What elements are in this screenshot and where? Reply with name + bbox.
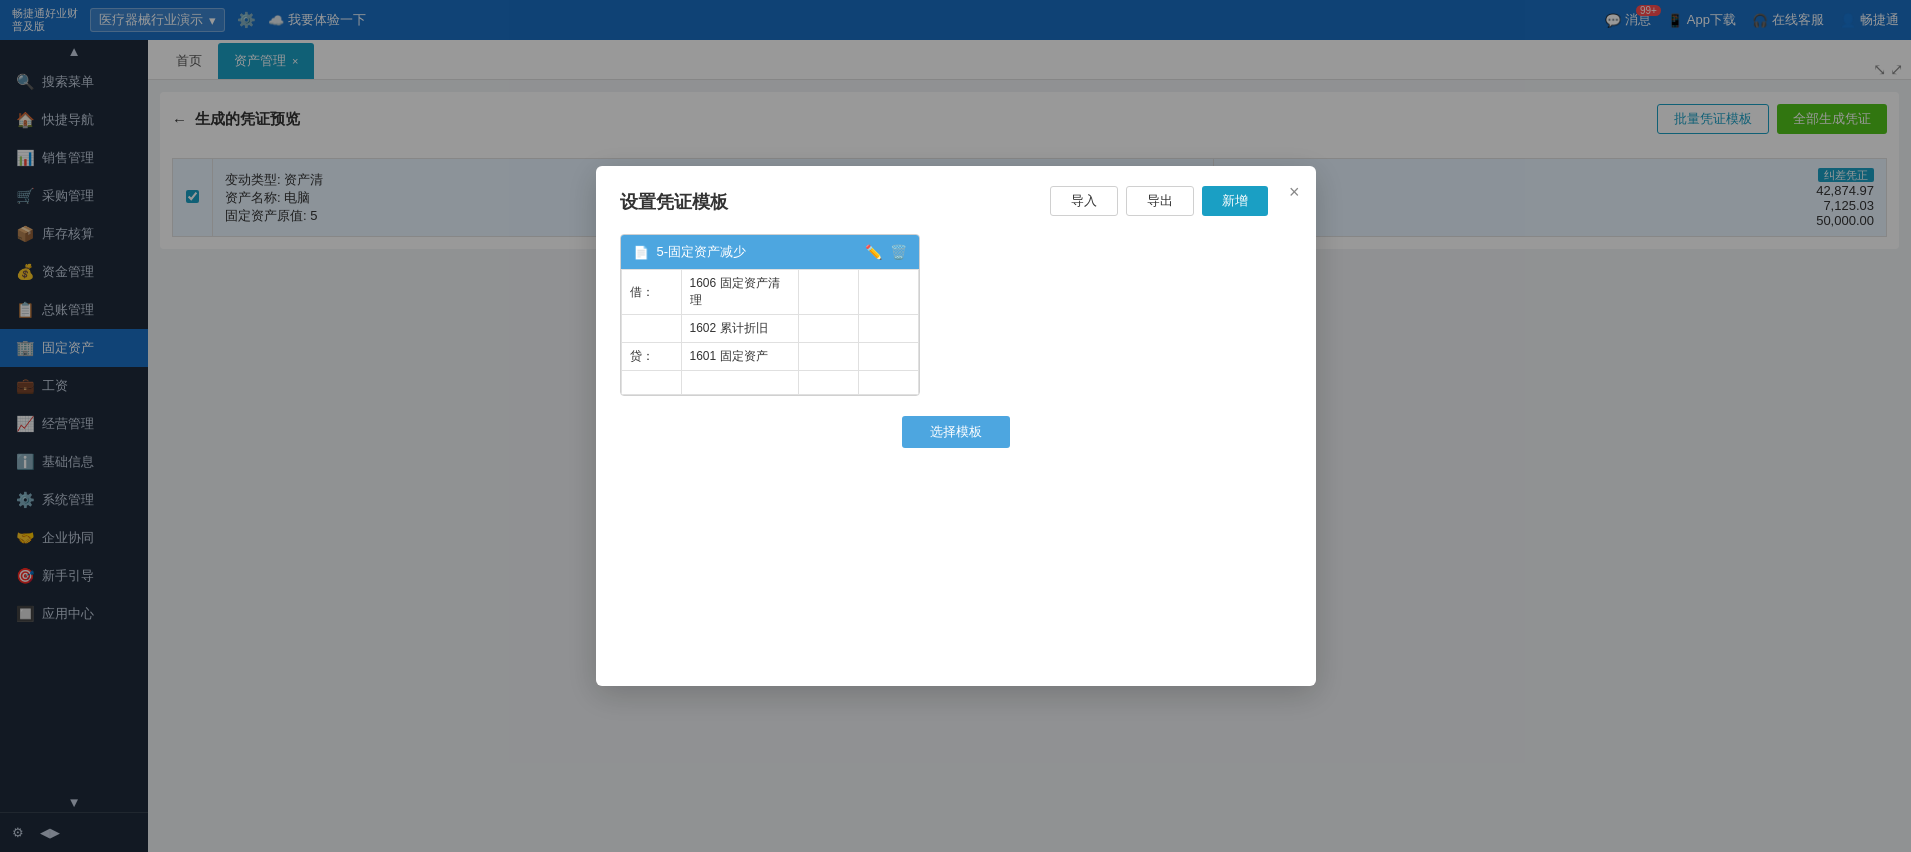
entry-col1-1 [798,270,858,315]
template-card-actions: ✏️ 🗑️ [865,244,907,260]
edit-icon[interactable]: ✏️ [865,244,882,260]
modal-overlay: 设置凭证模板 导入 导出 新增 × 📄 5-固定资产减少 ✏️ 🗑️ [0,0,1911,852]
entry-col2-3 [858,343,918,371]
entry-type-3: 贷： [621,343,681,371]
template-card-body: 借： 1606 固定资产清理 1602 累计折旧 [621,269,919,395]
entry-type-2 [621,315,681,343]
entry-type-1: 借： [621,270,681,315]
entry-col1-2 [798,315,858,343]
document-icon: 📄 [633,245,649,260]
template-card-header: 📄 5-固定资产减少 ✏️ 🗑️ [621,235,919,269]
template-entries-table: 借： 1606 固定资产清理 1602 累计折旧 [621,269,919,395]
entry-col1-4 [798,371,858,395]
entry-account-2: 1602 累计折旧 [681,315,798,343]
template-entry-row-2: 1602 累计折旧 [621,315,918,343]
modal-export-button[interactable]: 导出 [1126,186,1194,216]
template-header-left: 📄 5-固定资产减少 [633,243,747,261]
entry-account-3: 1601 固定资产 [681,343,798,371]
entry-col2-2 [858,315,918,343]
entry-type-4 [621,371,681,395]
entry-col2-1 [858,270,918,315]
modal-header-actions: 导入 导出 新增 [1050,186,1268,216]
entry-col2-4 [858,371,918,395]
select-template-button[interactable]: 选择模板 [902,416,1010,448]
modal-new-button[interactable]: 新增 [1202,186,1268,216]
template-entry-row-4 [621,371,918,395]
template-entry-row-3: 贷： 1601 固定资产 [621,343,918,371]
app-container: 畅捷通好业财 普及版 医疗器械行业演示 ▾ ⚙️ ☁️ 我要体验一下 💬 消息 … [0,0,1911,852]
set-template-modal: 设置凭证模板 导入 导出 新增 × 📄 5-固定资产减少 ✏️ 🗑️ [596,166,1316,686]
entry-account-1: 1606 固定资产清理 [681,270,798,315]
entry-account-4 [681,371,798,395]
template-card: 📄 5-固定资产减少 ✏️ 🗑️ 借： 1606 固定资产清理 [620,234,920,396]
template-name: 5-固定资产减少 [657,243,747,261]
delete-icon[interactable]: 🗑️ [890,244,907,260]
entry-col1-3 [798,343,858,371]
template-entry-row-1: 借： 1606 固定资产清理 [621,270,918,315]
modal-import-button[interactable]: 导入 [1050,186,1118,216]
modal-close-button[interactable]: × [1289,182,1300,203]
